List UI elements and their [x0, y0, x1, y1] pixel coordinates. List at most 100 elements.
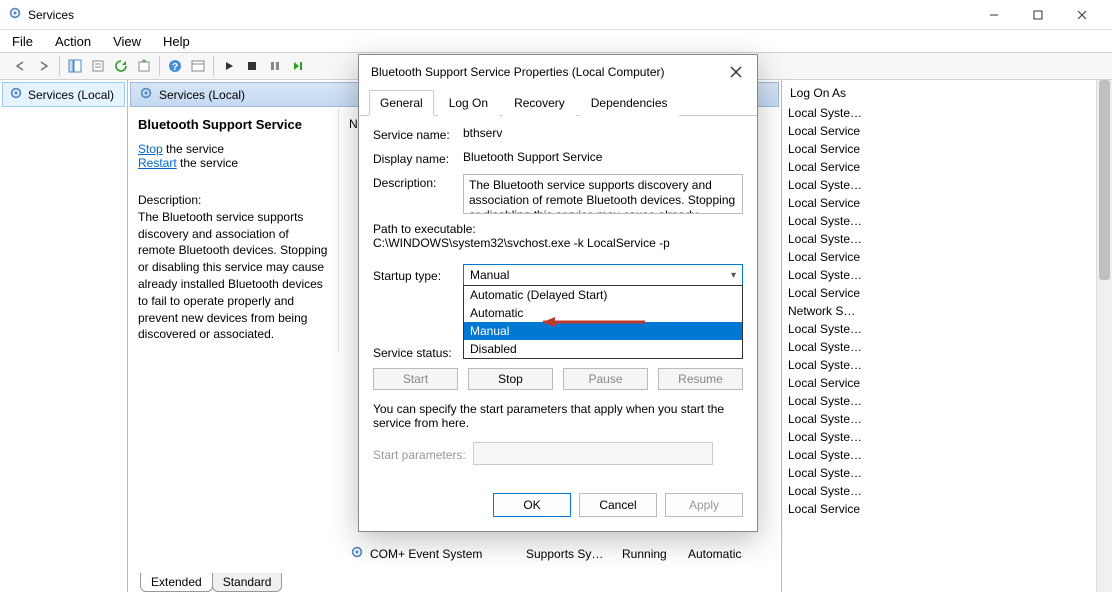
toolbar-play-icon[interactable] — [218, 55, 240, 77]
logon-value[interactable]: Local Syste… — [788, 230, 1106, 248]
pause-button[interactable]: Pause — [563, 368, 648, 390]
dialog-title-text: Bluetooth Support Service Properties (Lo… — [371, 65, 727, 79]
logon-value[interactable]: Local Syste… — [788, 338, 1106, 356]
resume-button[interactable]: Resume — [658, 368, 743, 390]
center-header-label: Services (Local) — [159, 88, 245, 102]
dialog-tabs: General Log On Recovery Dependencies — [359, 89, 757, 116]
restart-suffix: the service — [177, 156, 238, 170]
window-titlebar: Services — [0, 0, 1112, 30]
logon-value[interactable]: Local Service — [788, 500, 1106, 518]
logon-value-list: Local Syste…Local ServiceLocal ServiceLo… — [788, 104, 1106, 518]
properties-dialog: Bluetooth Support Service Properties (Lo… — [358, 54, 758, 532]
menu-view[interactable]: View — [109, 32, 145, 51]
startup-type-selected: Manual — [470, 268, 509, 282]
logon-value[interactable]: Local Syste… — [788, 464, 1106, 482]
window-maximize-button[interactable] — [1016, 0, 1060, 30]
restart-service-link[interactable]: Restart — [138, 156, 177, 170]
vertical-scrollbar[interactable] — [1096, 80, 1112, 592]
startup-opt-automatic[interactable]: Automatic — [464, 304, 742, 322]
service-name-value: bthserv — [463, 126, 743, 140]
service-row-icon — [350, 545, 364, 562]
path-value: C:\WINDOWS\system32\svchost.exe -k Local… — [373, 236, 670, 250]
logon-value[interactable]: Local Service — [788, 194, 1106, 212]
view-tabs: Extended Standard — [0, 568, 281, 592]
ok-button[interactable]: OK — [493, 493, 571, 517]
startup-opt-delayed[interactable]: Automatic (Delayed Start) — [464, 286, 742, 304]
center-header-icon — [139, 86, 153, 103]
service-row-status: Running — [622, 547, 682, 561]
toolbar-properties-icon[interactable] — [87, 55, 109, 77]
logon-value[interactable]: Local Syste… — [788, 266, 1106, 284]
dialog-close-button[interactable] — [727, 63, 745, 81]
toolbar-list-icon[interactable] — [187, 55, 209, 77]
startup-opt-disabled[interactable]: Disabled — [464, 340, 742, 358]
window-close-button[interactable] — [1060, 0, 1104, 30]
scrollbar-thumb[interactable] — [1099, 80, 1110, 280]
toolbar-pause-icon[interactable] — [264, 55, 286, 77]
tree-item-services-local[interactable]: Services (Local) — [2, 82, 125, 107]
logon-value[interactable]: Local Syste… — [788, 212, 1106, 230]
logon-value[interactable]: Local Service — [788, 140, 1106, 158]
services-app-icon — [8, 6, 22, 23]
desc-label: Description: — [138, 193, 201, 207]
logon-value[interactable]: Network S… — [788, 302, 1106, 320]
logon-value[interactable]: Local Syste… — [788, 392, 1106, 410]
menu-action[interactable]: Action — [51, 32, 95, 51]
chevron-down-icon: ▾ — [731, 270, 736, 281]
logon-value[interactable]: Local Service — [788, 122, 1106, 140]
services-node-icon — [9, 86, 23, 103]
description-label: Description: — [373, 174, 463, 190]
logon-value[interactable]: Local Syste… — [788, 428, 1106, 446]
display-name-label: Display name: — [373, 150, 463, 166]
startup-opt-manual[interactable]: Manual — [464, 322, 742, 340]
service-row-com-event-system[interactable]: COM+ Event System Supports Sy… Running A… — [344, 541, 764, 566]
start-params-hint: You can specify the start parameters tha… — [373, 402, 743, 430]
tab-standard[interactable]: Standard — [212, 573, 283, 592]
logon-column-pane: Log On As Local Syste…Local ServiceLocal… — [782, 80, 1112, 592]
service-name-label: Service name: — [373, 126, 463, 142]
toolbar-refresh-icon[interactable] — [110, 55, 132, 77]
dialog-titlebar: Bluetooth Support Service Properties (Lo… — [359, 55, 757, 89]
logon-value[interactable]: Local Service — [788, 374, 1106, 392]
menubar: File Action View Help — [0, 30, 1112, 52]
apply-button[interactable]: Apply — [665, 493, 743, 517]
nav-back-button[interactable] — [10, 55, 32, 77]
logon-value[interactable]: Local Service — [788, 248, 1106, 266]
window-minimize-button[interactable] — [972, 0, 1016, 30]
logon-value[interactable]: Local Syste… — [788, 482, 1106, 500]
logon-column-header[interactable]: Log On As — [788, 82, 1106, 104]
logon-value[interactable]: Local Service — [788, 284, 1106, 302]
logon-value[interactable]: Local Service — [788, 158, 1106, 176]
stop-service-link[interactable]: Stop — [138, 142, 163, 156]
stop-suffix: the service — [163, 142, 224, 156]
toolbar-export-icon[interactable] — [133, 55, 155, 77]
start-button[interactable]: Start — [373, 368, 458, 390]
tree-pane: Services (Local) — [0, 80, 128, 592]
nav-forward-button[interactable] — [33, 55, 55, 77]
logon-value[interactable]: Local Syste… — [788, 176, 1106, 194]
logon-value[interactable]: Local Syste… — [788, 446, 1106, 464]
start-params-input[interactable] — [473, 442, 713, 465]
logon-value[interactable]: Local Syste… — [788, 104, 1106, 122]
logon-value[interactable]: Local Syste… — [788, 356, 1106, 374]
cancel-button[interactable]: Cancel — [579, 493, 657, 517]
dialog-tab-recovery[interactable]: Recovery — [503, 90, 576, 116]
menu-help[interactable]: Help — [159, 32, 194, 51]
service-row-desc: Supports Sy… — [526, 547, 616, 561]
toolbar-view-icon[interactable] — [64, 55, 86, 77]
dialog-tab-dependencies[interactable]: Dependencies — [580, 90, 679, 116]
tree-item-label: Services (Local) — [28, 88, 114, 102]
stop-button[interactable]: Stop — [468, 368, 553, 390]
toolbar-restart-icon[interactable] — [287, 55, 309, 77]
logon-value[interactable]: Local Syste… — [788, 320, 1106, 338]
toolbar-help-icon[interactable]: ? — [164, 55, 186, 77]
dialog-tab-logon[interactable]: Log On — [438, 90, 499, 116]
logon-value[interactable]: Local Syste… — [788, 410, 1106, 428]
toolbar-stop-icon[interactable] — [241, 55, 263, 77]
tab-extended[interactable]: Extended — [140, 573, 213, 592]
service-row-startup: Automatic — [688, 547, 758, 561]
menu-file[interactable]: File — [8, 32, 37, 51]
description-textbox[interactable]: The Bluetooth service supports discovery… — [463, 174, 743, 214]
startup-type-combobox[interactable]: Manual ▾ Automatic (Delayed Start) Autom… — [463, 264, 743, 286]
dialog-tab-general[interactable]: General — [369, 90, 434, 116]
